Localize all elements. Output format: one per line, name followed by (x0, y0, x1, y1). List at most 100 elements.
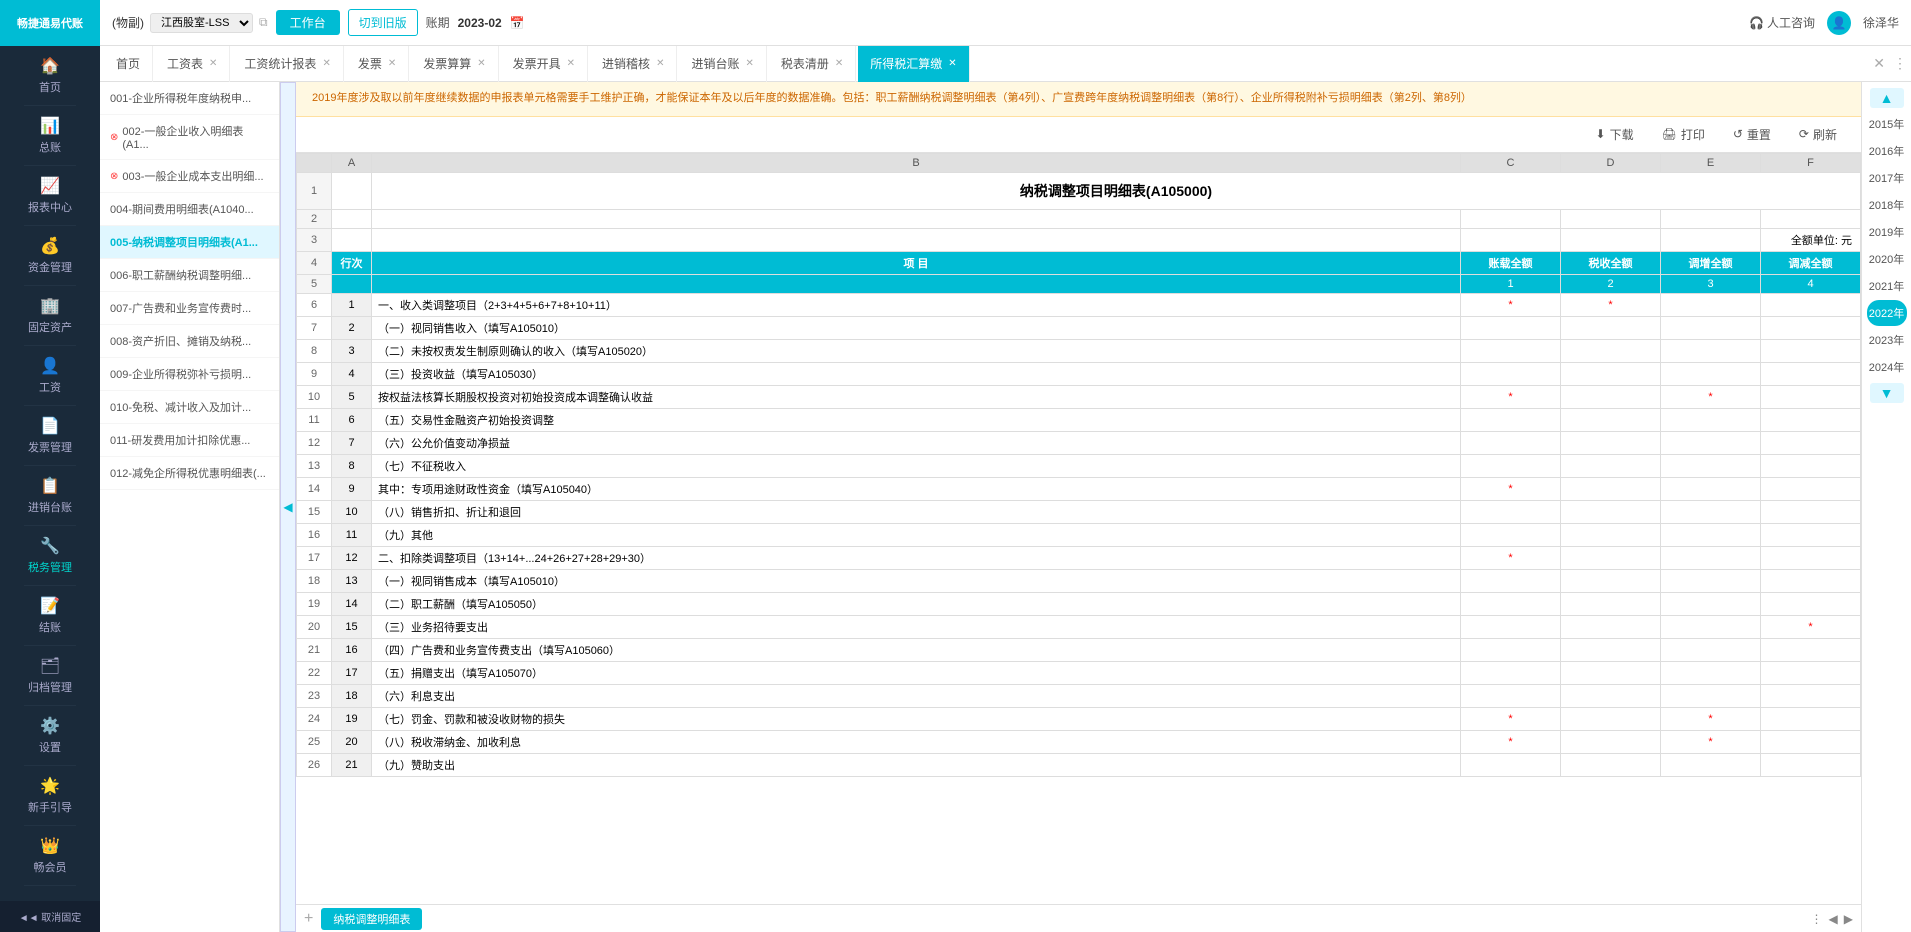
table-row: 10 5 按权益法核算长期股权投资对初始投资成本调整确认收益 * * (297, 385, 1861, 408)
workspace-button[interactable]: 工作台 (276, 10, 340, 35)
table-row: 3全额单位: 元 (297, 228, 1861, 251)
collapse-arrow[interactable]: ◀ (280, 82, 296, 932)
year-item-2021年[interactable]: 2021年 (1867, 273, 1907, 299)
nav-tab-4[interactable]: 发票算算✕ (411, 46, 498, 82)
nav-tab-9[interactable]: 所得税汇算缴 ✕ (858, 46, 969, 82)
user-name[interactable]: 徐泽华 (1863, 14, 1899, 31)
left-panel-label-4: 005-纳税调整项目明细表(A1... (110, 234, 258, 250)
left-panel-item-4[interactable]: 005-纳税调整项目明细表(A1... (100, 226, 279, 259)
sidebar-label-10: 归档管理 (28, 679, 72, 695)
table-row: 7 2 （一）视同销售收入（填写A105010） (297, 316, 1861, 339)
error-icon-1: ⊗ (110, 132, 118, 143)
year-item-2024年[interactable]: 2024年 (1867, 354, 1907, 380)
tab-close-8[interactable]: ✕ (835, 58, 843, 69)
left-panel-item-8[interactable]: 009-企业所得税弥补亏损明... (100, 358, 279, 391)
tab-close-3[interactable]: ✕ (388, 58, 396, 69)
left-panel-item-5[interactable]: 006-职工薪酬纳税调整明细... (100, 259, 279, 292)
sidebar-item-固定资产[interactable]: 🏢固定资产 (24, 286, 76, 346)
sheet-wrapper[interactable]: A B C D E F 1 纳税调整项目明细表(A105000) 23全额单位:… (296, 153, 1861, 904)
tab-close-2[interactable]: ✕ (322, 58, 330, 69)
tab-close-6[interactable]: ✕ (656, 58, 664, 69)
sidebar-label-0: 首页 (39, 79, 61, 95)
nav-tab-6[interactable]: 进销稽核✕ (590, 46, 677, 82)
sidebar-item-总账[interactable]: 📊总账 (24, 106, 76, 166)
sidebar-item-设置[interactable]: ⚙️设置 (24, 706, 76, 766)
unfix-button[interactable]: ◄◄ 取消固定 (0, 901, 100, 932)
left-panel-label-9: 010-免税、减计收入及加计... (110, 399, 251, 415)
sidebar-item-畅会员[interactable]: 👑畅会员 (24, 826, 76, 886)
bottom-tab[interactable]: 纳税调整明细表 (321, 908, 422, 930)
year-up-btn[interactable]: ▲ (1870, 88, 1904, 108)
calendar-icon[interactable]: 📅 (510, 16, 525, 30)
table-row: 8 3 （二）未按权责发生制原则确认的收入（填写A105020） (297, 339, 1861, 362)
tab-label-9: 所得税汇算缴 (870, 55, 942, 72)
sheet-menu-icon[interactable]: ⋮ (1811, 912, 1823, 926)
scroll-left-icon[interactable]: ◀ (1829, 912, 1838, 926)
left-panel-item-3[interactable]: 004-期间费用明细表(A1040... (100, 193, 279, 226)
tab-close-1[interactable]: ✕ (209, 58, 217, 69)
close-all-icon[interactable]: ✕ (1873, 55, 1885, 72)
sidebar-item-税务管理[interactable]: 🔧税务管理 (24, 526, 76, 586)
nav-tabs-right: ✕ ⋮ (1873, 55, 1907, 72)
nav-tab-5[interactable]: 发票开具✕ (501, 46, 588, 82)
left-panel-item-10[interactable]: 011-研发费用加计扣除优惠... (100, 424, 279, 457)
sidebar-bottom: ◄◄ 取消固定 (0, 901, 100, 932)
download-icon: ⬇ (1596, 127, 1606, 141)
sidebar-item-首页[interactable]: 🏠首页 (24, 46, 76, 106)
print-btn[interactable]: 🖨 打印 (1654, 123, 1713, 146)
left-panel-item-9[interactable]: 010-免税、减计收入及加计... (100, 391, 279, 424)
row-num: 1 (297, 172, 332, 209)
sidebar-item-工资[interactable]: 👤工资 (24, 346, 76, 406)
menu-icon[interactable]: ⋮ (1893, 55, 1907, 72)
left-panel-item-7[interactable]: 008-资产折旧、摊销及纳税... (100, 325, 279, 358)
left-panel-item-11[interactable]: 012-减免企所得税优惠明细表(... (100, 457, 279, 490)
sidebar-icon-13: 👑 (40, 836, 60, 856)
reset-btn[interactable]: ↺ 重置 (1725, 123, 1779, 146)
sidebar-icon-4: 🏢 (40, 296, 60, 316)
refresh-btn[interactable]: ⟳ 刷新 (1791, 123, 1845, 146)
left-panel-item-6[interactable]: 007-广告费和业务宣传费时... (100, 292, 279, 325)
nav-tab-3[interactable]: 发票✕ (346, 46, 409, 82)
tab-close-7[interactable]: ✕ (745, 58, 753, 69)
tab-close-5[interactable]: ✕ (567, 58, 575, 69)
year-item-2023年[interactable]: 2023年 (1867, 327, 1907, 353)
table-row: 21 16 （四）广告费和业务宣传费支出（填写A105060） (297, 638, 1861, 661)
nav-tab-7[interactable]: 进销台账✕ (679, 46, 766, 82)
left-panel-item-0[interactable]: 001-企业所得税年度纳税申... (100, 82, 279, 115)
year-item-2018年[interactable]: 2018年 (1867, 192, 1907, 218)
copy-icon[interactable]: ⧉ (259, 15, 268, 30)
tab-close-9[interactable]: ✕ (948, 58, 956, 69)
sidebar-item-归档管理[interactable]: 🗂归档管理 (24, 646, 76, 706)
col-e-header: E (1661, 153, 1761, 172)
nav-tab-0[interactable]: 首页 (104, 46, 153, 82)
add-sheet-btn[interactable]: + (304, 910, 313, 928)
year-item-2022年[interactable]: 2022年 (1867, 300, 1907, 326)
table-row: 22 17 （五）捐赠支出（填写A105070） (297, 661, 1861, 684)
year-item-2020年[interactable]: 2020年 (1867, 246, 1907, 272)
company-select[interactable]: 江西股室-LSS (150, 13, 253, 33)
nav-tab-8[interactable]: 税表清册✕ (769, 46, 856, 82)
sidebar-item-报表中心[interactable]: 📈报表中心 (24, 166, 76, 226)
sidebar-item-资金管理[interactable]: 💰资金管理 (24, 226, 76, 286)
nav-tabs: 首页工资表✕工资统计报表✕发票✕发票算算✕发票开具✕进销稽核✕进销台账✕税表清册… (100, 46, 1911, 82)
scroll-right-icon[interactable]: ▶ (1844, 912, 1853, 926)
sidebar-item-结账[interactable]: 📝结账 (24, 586, 76, 646)
col-f-header: F (1761, 153, 1861, 172)
tab-close-4[interactable]: ✕ (477, 58, 485, 69)
left-panel-item-1[interactable]: ⊗002-一般企业收入明细表(A1... (100, 115, 279, 160)
left-panel-item-2[interactable]: ⊗003-一般企业成本支出明细... (100, 160, 279, 193)
nav-tab-2[interactable]: 工资统计报表✕ (232, 46, 343, 82)
year-down-btn[interactable]: ▼ (1870, 383, 1904, 403)
year-item-2015年[interactable]: 2015年 (1867, 111, 1907, 137)
year-item-2016年[interactable]: 2016年 (1867, 138, 1907, 164)
nav-tab-1[interactable]: 工资表✕ (155, 46, 230, 82)
error-icon-2: ⊗ (110, 171, 118, 182)
sidebar-item-发票管理[interactable]: 📄发票管理 (24, 406, 76, 466)
support-btn[interactable]: 🎧 人工咨询 (1749, 14, 1815, 31)
year-item-2019年[interactable]: 2019年 (1867, 219, 1907, 245)
download-btn[interactable]: ⬇ 下载 (1588, 123, 1642, 146)
sidebar-item-新手引导[interactable]: 🌟新手引导 (24, 766, 76, 826)
year-item-2017年[interactable]: 2017年 (1867, 165, 1907, 191)
old-version-button[interactable]: 切到旧版 (348, 9, 418, 36)
sidebar-item-进销台账[interactable]: 📋进销台账 (24, 466, 76, 526)
